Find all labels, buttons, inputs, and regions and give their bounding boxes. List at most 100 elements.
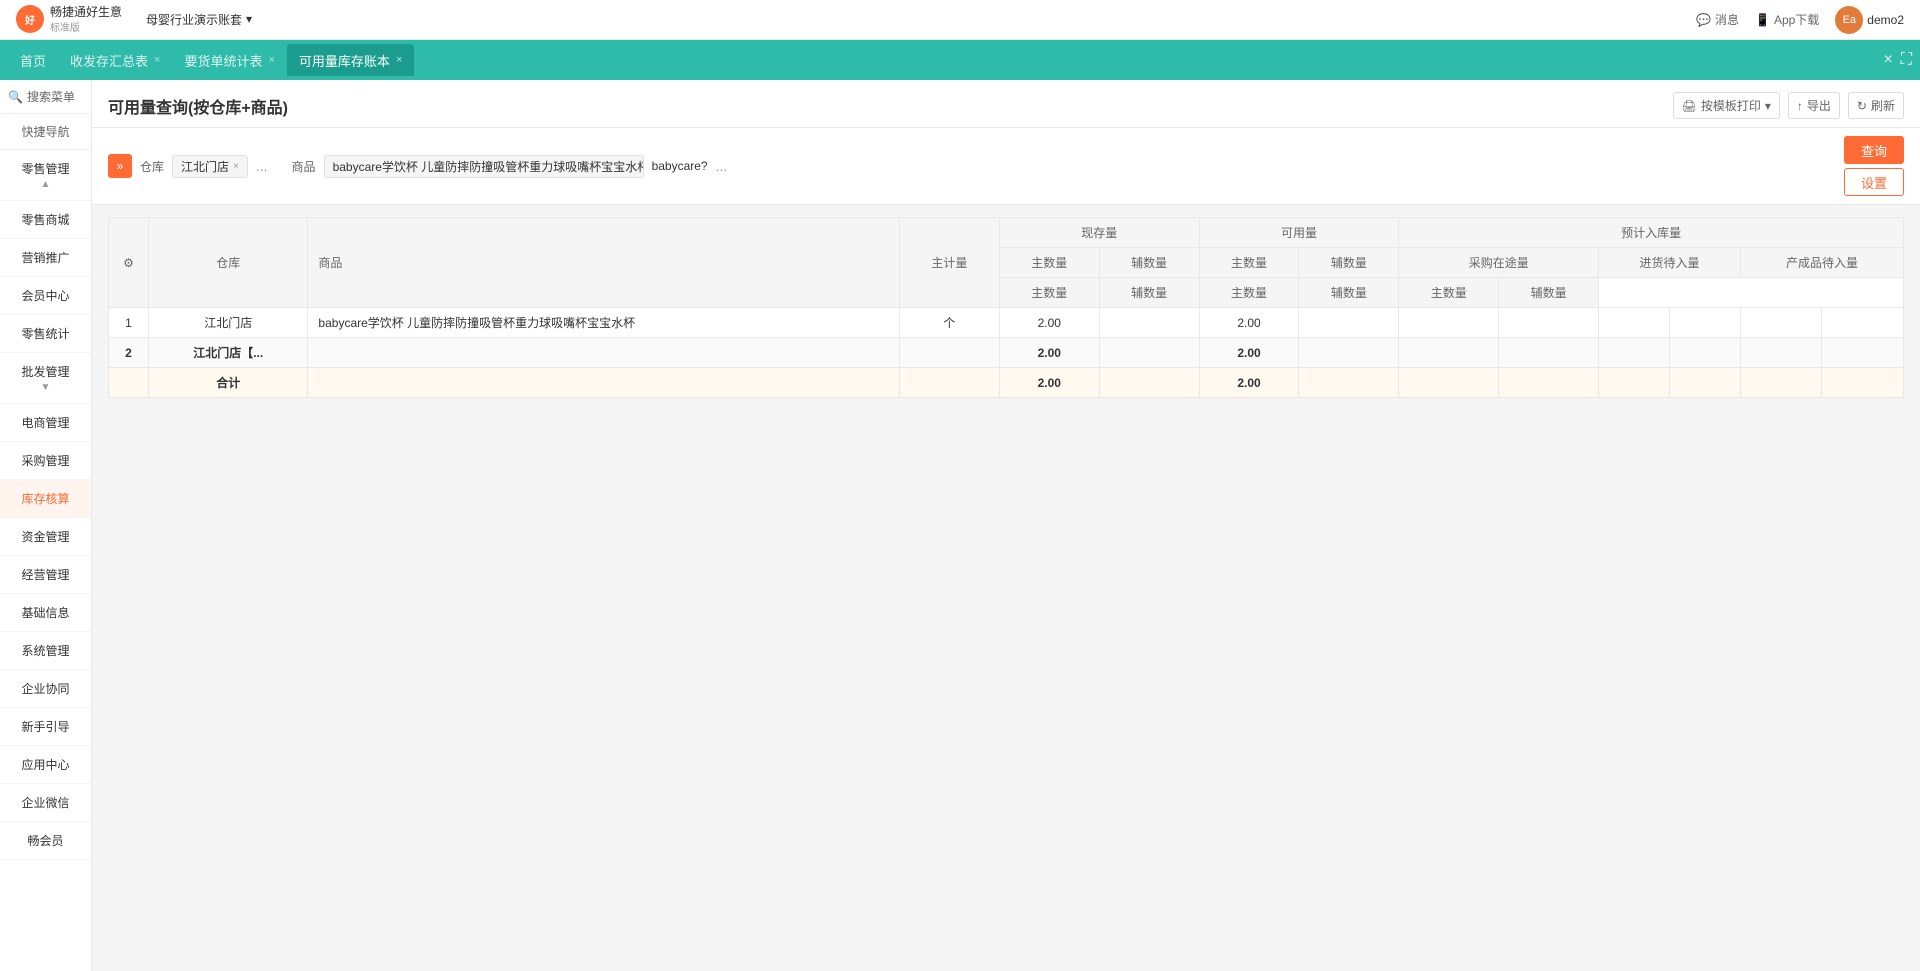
row1-goods-sub [1670,308,1741,338]
settings-button[interactable]: 设置 [1844,168,1904,196]
page-header: 可用量查询(按仓库+商品) 🖨 按模板打印 ▾ ↑ 导出 ↻ 刷新 [92,80,1920,128]
footer-goods-main [1599,368,1670,398]
row2-unit [899,338,999,368]
row2-goods-sub [1670,338,1741,368]
sidebar-item-wholesale-mgmt[interactable]: 批发管理 ▼ [0,353,91,404]
download-icon: 📱 [1755,13,1770,27]
logo-area: 好 畅捷通好生意 标准版 [16,5,122,34]
new-guide-label: 新手引导 [21,718,69,735]
footer-empty1 [109,368,149,398]
finance-label: 资金管理 [21,528,69,545]
tab-order-label: 要货单统计表 [184,51,262,70]
sidebar-item-finance[interactable]: 资金管理 [0,518,91,556]
row2-prod-main [1741,338,1822,368]
message-btn[interactable]: 💬 消息 [1696,11,1739,28]
export-btn[interactable]: ↑ 导出 [1788,92,1840,119]
row2-avail-sub [1299,338,1399,368]
row1-pur-sub [1499,308,1599,338]
tab-bar: 首页 收发存汇总表 × 要货单统计表 × 可用量库存账本 × × ⛶ [0,40,1920,80]
app-logo: 好 [16,5,44,33]
tab-order-close[interactable]: × [268,54,274,66]
row1-unit: 个 [899,308,999,338]
sidebar-item-zero-sales-mgmt[interactable]: 零售管理 ▲ [0,150,91,201]
sidebar-item-sys-mgmt[interactable]: 系统管理 [0,632,91,670]
sidebar-item-marketing[interactable]: 营销推广 [0,239,91,277]
fullscreen-icon[interactable]: ⛶ [1901,51,1912,69]
logo-icon-text: 好 [25,12,35,27]
footer-empty3 [899,368,999,398]
user-area[interactable]: Ea demo2 [1835,6,1904,34]
enterprise-label: 企业协同 [21,680,69,697]
sidebar-item-ecommerce[interactable]: 电商管理 [0,404,91,442]
sidebar-item-inventory[interactable]: 库存核算 [0,480,91,518]
row2-warehouse: 江北门店【... [149,338,308,368]
sidebar-item-basic-info[interactable]: 基础信息 [0,594,91,632]
footer-goods-sub [1670,368,1741,398]
refresh-btn[interactable]: ↻ 刷新 [1848,92,1904,119]
query-button[interactable]: 查询 [1844,136,1904,164]
app-download-btn[interactable]: 📱 App下载 [1755,11,1819,28]
row2-pur-sub [1499,338,1599,368]
logo-text-area: 畅捷通好生意 标准版 [50,5,122,34]
sidebar-item-enterprise[interactable]: 企业协同 [0,670,91,708]
tenant-selector[interactable]: 母婴行业演示账套 ▾ [146,11,252,28]
sidebar-item-member-center[interactable]: 会员中心 [0,277,91,315]
table-area: ⚙仓库商品主计量现存量可用量预计入库量主数量辅数量主数量辅数量采购在途量进货待入… [92,205,1920,971]
row2-avail-main: 2.00 [1199,338,1299,368]
filter-bar: » 仓库 江北门店 × ... 商品 babycare学饮杯 儿童防摔防撞吸管杯… [92,128,1920,205]
tab-available-close[interactable]: × [396,54,402,66]
tab-receive-summary[interactable]: 收发存汇总表 × [58,44,172,76]
row1-prod-sub [1822,308,1904,338]
row1-goods-main [1599,308,1670,338]
table-footer-row: 合计 2.00 2.00 [109,368,1904,398]
top-bar-right: 💬 消息 📱 App下载 Ea demo2 [1696,6,1904,34]
sidebar-item-purchase[interactable]: 采购管理 [0,442,91,480]
warehouse-tag-text: 江北门店 [181,158,229,175]
table-row: 2 江北门店【... 2.00 2.00 [109,338,1904,368]
footer-pur-main [1399,368,1499,398]
sidebar: 🔍 搜索菜单 快捷导航 零售管理 ▲ 零售商城 营销推广 会员中心 零售统计 批… [0,80,92,971]
top-bar-left: 好 畅捷通好生意 标准版 母婴行业演示账套 ▾ [16,5,252,34]
sidebar-item-member[interactable]: 畅会员 [0,822,91,860]
print-template-btn[interactable]: 🖨 按模板打印 ▾ [1673,92,1780,119]
main-layout: 🔍 搜索菜单 快捷导航 零售管理 ▲ 零售商城 营销推广 会员中心 零售统计 批… [0,80,1920,971]
warehouse-tag-close[interactable]: × [233,161,239,172]
sidebar-search[interactable]: 🔍 搜索菜单 [0,80,91,114]
product-tag[interactable]: babycare学饮杯 儿童防摔防撞吸管杯重力球吸嘴杯宝宝水杯 × [324,155,644,178]
sidebar-item-app-center[interactable]: 应用中心 [0,746,91,784]
product-more-btn[interactable]: ... [716,158,728,174]
content-area: 可用量查询(按仓库+商品) 🖨 按模板打印 ▾ ↑ 导出 ↻ 刷新 [92,80,1920,971]
tab-bar-actions: × ⛶ [1883,51,1912,69]
sidebar-item-new-guide[interactable]: 新手引导 [0,708,91,746]
print-arrow: ▾ [1765,99,1771,113]
footer-prod-sub [1822,368,1904,398]
sidebar-quick-nav[interactable]: 快捷导航 [0,114,91,150]
row1-prod-main [1741,308,1822,338]
refresh-label: 刷新 [1871,97,1895,114]
member-center-label: 会员中心 [21,287,69,304]
tab-home-label: 首页 [20,51,46,70]
expand-filter-btn[interactable]: » [108,154,132,178]
tab-receive-close[interactable]: × [154,54,160,66]
download-label: App下载 [1774,11,1819,28]
warehouse-more-btn[interactable]: ... [256,158,268,174]
footer-curr-main: 2.00 [999,368,1099,398]
tab-home[interactable]: 首页 [8,44,58,76]
close-all-icon[interactable]: × [1883,51,1892,69]
arrow-icon: ▲ [41,179,51,190]
ecommerce-label: 电商管理 [21,414,69,431]
print-icon: 🖨 [1682,99,1697,113]
row2-product [308,338,900,368]
row2-pur-main [1399,338,1499,368]
warehouse-tag[interactable]: 江北门店 × [172,155,248,178]
sidebar-item-zero-stats[interactable]: 零售统计 [0,315,91,353]
row1-curr-sub [1099,308,1199,338]
sidebar-item-zero-mall[interactable]: 零售商城 [0,201,91,239]
sidebar-item-operation[interactable]: 经营管理 [0,556,91,594]
tab-order-stats[interactable]: 要货单统计表 × [172,44,286,76]
sidebar-item-wechat-work[interactable]: 企业微信 [0,784,91,822]
zero-mall-label: 零售商城 [21,211,69,228]
inventory-label: 库存核算 [21,490,69,507]
tab-available-ledger[interactable]: 可用量库存账本 × [287,44,414,76]
operation-label: 经营管理 [21,566,69,583]
